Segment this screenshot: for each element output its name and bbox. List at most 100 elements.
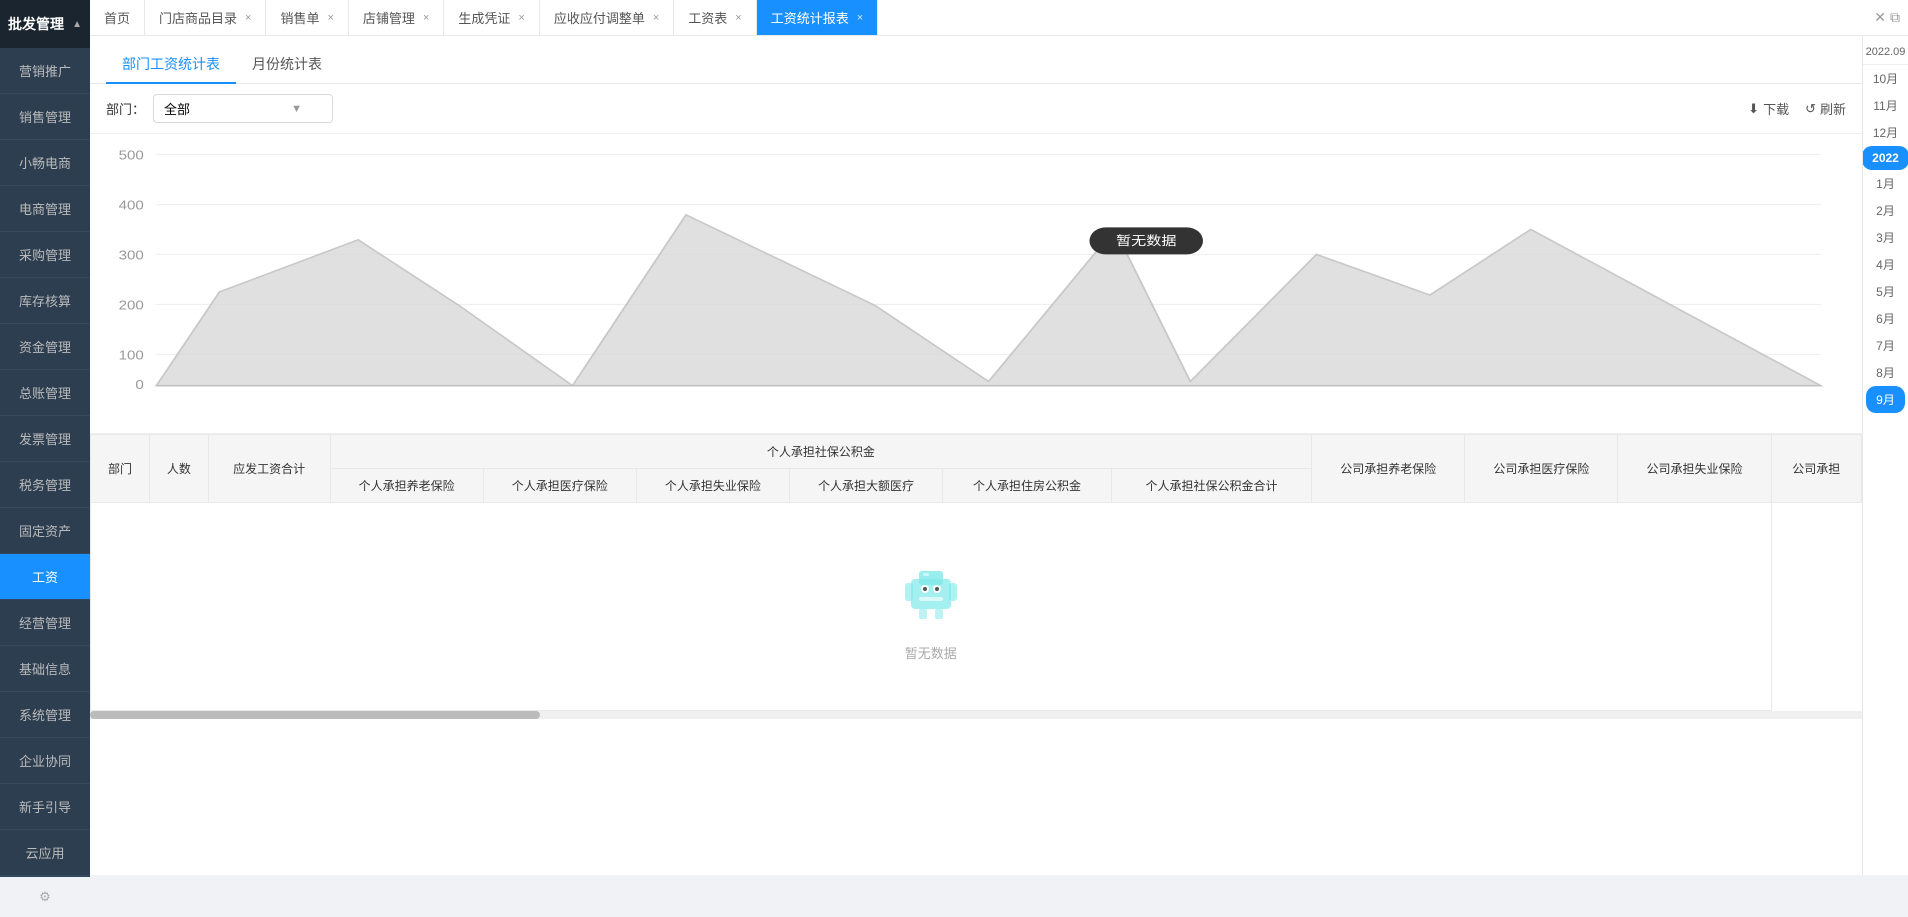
- col-personal-total: 个人承担社保公积金合计: [1111, 469, 1311, 503]
- svg-text:100: 100: [119, 348, 145, 362]
- tab-close-icon[interactable]: ×: [327, 12, 333, 24]
- sidebar-item-云应用[interactable]: 云应用: [0, 830, 90, 876]
- tab-门店商品目录[interactable]: 门店商品目录 ×: [145, 0, 266, 36]
- tab-销售单[interactable]: 销售单×: [266, 0, 348, 36]
- sidebar-item-发票管理[interactable]: 发票管理: [0, 416, 90, 462]
- tab-label: 店铺管理: [363, 8, 415, 27]
- sidebar-item-税务管理[interactable]: 税务管理: [0, 462, 90, 508]
- dept-select[interactable]: 全部 ▼: [153, 94, 333, 123]
- col-group-personal: 个人承担社保公积金: [330, 435, 1312, 469]
- time-panel-item-1月[interactable]: 1月: [1862, 170, 1908, 197]
- page-content: 部门工资统计表 月份统计表 部门： 全部 ▼ ⬇ 下载: [90, 36, 1862, 875]
- sidebar-item-企业协同[interactable]: 企业协同: [0, 738, 90, 784]
- sidebar-item-总账管理[interactable]: 总账管理: [0, 370, 90, 416]
- sidebar-title: 批发管理: [8, 14, 64, 34]
- chart-svg: 500 400 300 200 100 0: [106, 144, 1846, 394]
- toolbar: 部门： 全部 ▼ ⬇ 下载 ↺ 刷新: [90, 84, 1862, 134]
- toolbar-left: 部门： 全部 ▼: [106, 94, 333, 123]
- tab-生成凭证[interactable]: 生成凭证 ×: [444, 0, 539, 36]
- col-total-salary: 应发工资合计: [208, 435, 330, 503]
- tab-label: 应收应付调整单: [554, 8, 645, 27]
- time-panel-item-7月[interactable]: 7月: [1862, 332, 1908, 359]
- sidebar: 批发管理 ▲ 营销推广销售管理小畅电商电商管理采购管理库存核算资金管理总账管理发…: [0, 0, 90, 875]
- sidebar-item-小畅电商[interactable]: 小畅电商: [0, 140, 90, 186]
- h-scrollbar[interactable]: [90, 711, 1862, 719]
- download-label: 下载: [1763, 99, 1789, 118]
- chevron-down-icon: ▼: [291, 103, 302, 115]
- tab-首页[interactable]: 首页: [90, 0, 145, 36]
- sub-tab-dept[interactable]: 部门工资统计表: [106, 46, 236, 84]
- col-personal-housing: 个人承担住房公积金: [943, 469, 1112, 503]
- tab-label: 门店商品目录: [159, 8, 237, 27]
- sidebar-collapse-icon: ▲: [72, 19, 82, 30]
- sidebar-item-电商管理[interactable]: 电商管理: [0, 186, 90, 232]
- tab-close-icon[interactable]: ×: [518, 12, 524, 24]
- col-personal-major-medical: 个人承担大额医疗: [789, 469, 942, 503]
- col-company-pension: 公司承担养老保险: [1312, 435, 1465, 503]
- sidebar-item-采购管理[interactable]: 采购管理: [0, 232, 90, 278]
- sidebar-header[interactable]: 批发管理 ▲: [0, 0, 90, 48]
- time-panel-item-6月[interactable]: 6月: [1862, 305, 1908, 332]
- time-panel-item-10月[interactable]: 10月: [1862, 65, 1908, 92]
- time-panel-item-5月[interactable]: 5月: [1862, 278, 1908, 305]
- main-area: 首页门店商品目录×销售单×店铺管理×生成凭证×应收应付调整单×工资表×工资统计报…: [90, 0, 1908, 875]
- restore-icon[interactable]: ⧉: [1890, 9, 1900, 26]
- sidebar-settings-button[interactable]: ⚙: [0, 876, 90, 917]
- time-panel-item-9月[interactable]: 9月: [1866, 386, 1906, 413]
- sidebar-item-固定资产[interactable]: 固定资产: [0, 508, 90, 554]
- chart-area: 500 400 300 200 100 0: [90, 134, 1862, 434]
- time-panel-item-8月[interactable]: 8月: [1862, 359, 1908, 386]
- sidebar-item-新手引导[interactable]: 新手引导: [0, 784, 90, 830]
- tab-close-icon[interactable]: ×: [245, 12, 251, 24]
- col-personal-unemploy: 个人承担失业保险: [636, 469, 789, 503]
- toolbar-right: ⬇ 下载 ↺ 刷新: [1748, 99, 1846, 118]
- tab-label: 工资表: [688, 8, 727, 27]
- time-panel-item-2月[interactable]: 2月: [1862, 197, 1908, 224]
- sub-tab-month[interactable]: 月份统计表: [236, 46, 338, 84]
- sidebar-item-资金管理[interactable]: 资金管理: [0, 324, 90, 370]
- empty-state: 暂无数据: [101, 511, 1761, 702]
- close-all-icon[interactable]: ✕: [1874, 9, 1886, 26]
- h-scrollbar-thumb[interactable]: [90, 711, 540, 719]
- tab-店铺管理[interactable]: 店铺管理 ×: [349, 0, 444, 36]
- tab-bar: 首页门店商品目录×销售单×店铺管理×生成凭证×应收应付调整单×工资表×工资统计报…: [90, 0, 1908, 36]
- svg-text:200: 200: [119, 298, 145, 312]
- time-panel-item-4月[interactable]: 4月: [1862, 251, 1908, 278]
- col-company-other: 公司承担: [1771, 435, 1861, 503]
- time-panel: 2022.0910月11月12月20221月2月3月4月5月6月7月8月9月: [1862, 36, 1908, 875]
- col-personal-pension: 个人承担养老保险: [330, 469, 483, 503]
- time-panel-item-12月[interactable]: 12月: [1862, 119, 1908, 146]
- sub-tab-bar: 部门工资统计表 月份统计表: [90, 36, 1862, 84]
- refresh-button[interactable]: ↺ 刷新: [1805, 99, 1846, 118]
- sidebar-item-销售管理[interactable]: 销售管理: [0, 94, 90, 140]
- sidebar-item-经营管理[interactable]: 经营管理: [0, 600, 90, 646]
- sidebar-item-基础信息[interactable]: 基础信息: [0, 646, 90, 692]
- svg-text:400: 400: [119, 198, 145, 212]
- tab-close-icon[interactable]: ×: [423, 12, 429, 24]
- tab-close-icon[interactable]: ×: [735, 12, 741, 24]
- col-company-medical: 公司承担医疗保险: [1465, 435, 1618, 503]
- sidebar-item-营销推广[interactable]: 营销推广: [0, 48, 90, 94]
- time-panel-item-3月[interactable]: 3月: [1862, 224, 1908, 251]
- content-area: 部门工资统计表 月份统计表 部门： 全部 ▼ ⬇ 下载: [90, 36, 1908, 875]
- tab-close-icon[interactable]: ×: [857, 12, 863, 24]
- sidebar-item-库存核算[interactable]: 库存核算: [0, 278, 90, 324]
- sidebar-item-工资[interactable]: 工资: [0, 554, 90, 600]
- tab-label: 工资统计报表: [771, 8, 849, 27]
- tab-工资统计报表[interactable]: 工资统计报表 ×: [757, 0, 878, 36]
- tab-label: 生成凭证: [458, 8, 510, 27]
- download-button[interactable]: ⬇ 下载: [1748, 99, 1789, 118]
- tab-应收应付调整单[interactable]: 应收应付调整单 ×: [540, 0, 674, 36]
- time-panel-item-11月[interactable]: 11月: [1862, 92, 1908, 119]
- col-dept: 部门: [91, 435, 150, 503]
- tab-close-icon[interactable]: ×: [653, 12, 659, 24]
- col-count: 人数: [149, 435, 208, 503]
- tab-工资表[interactable]: 工资表 ×: [674, 0, 756, 36]
- empty-robot-icon: [891, 551, 971, 631]
- time-panel-item-2022[interactable]: 2022: [1862, 146, 1908, 170]
- time-panel-header: 2022.09: [1862, 40, 1908, 65]
- tab-label: 首页: [104, 8, 130, 27]
- tab-bar-actions: ✕ ⧉: [1866, 9, 1908, 26]
- svg-text:0: 0: [135, 377, 144, 391]
- sidebar-item-系统管理[interactable]: 系统管理: [0, 692, 90, 738]
